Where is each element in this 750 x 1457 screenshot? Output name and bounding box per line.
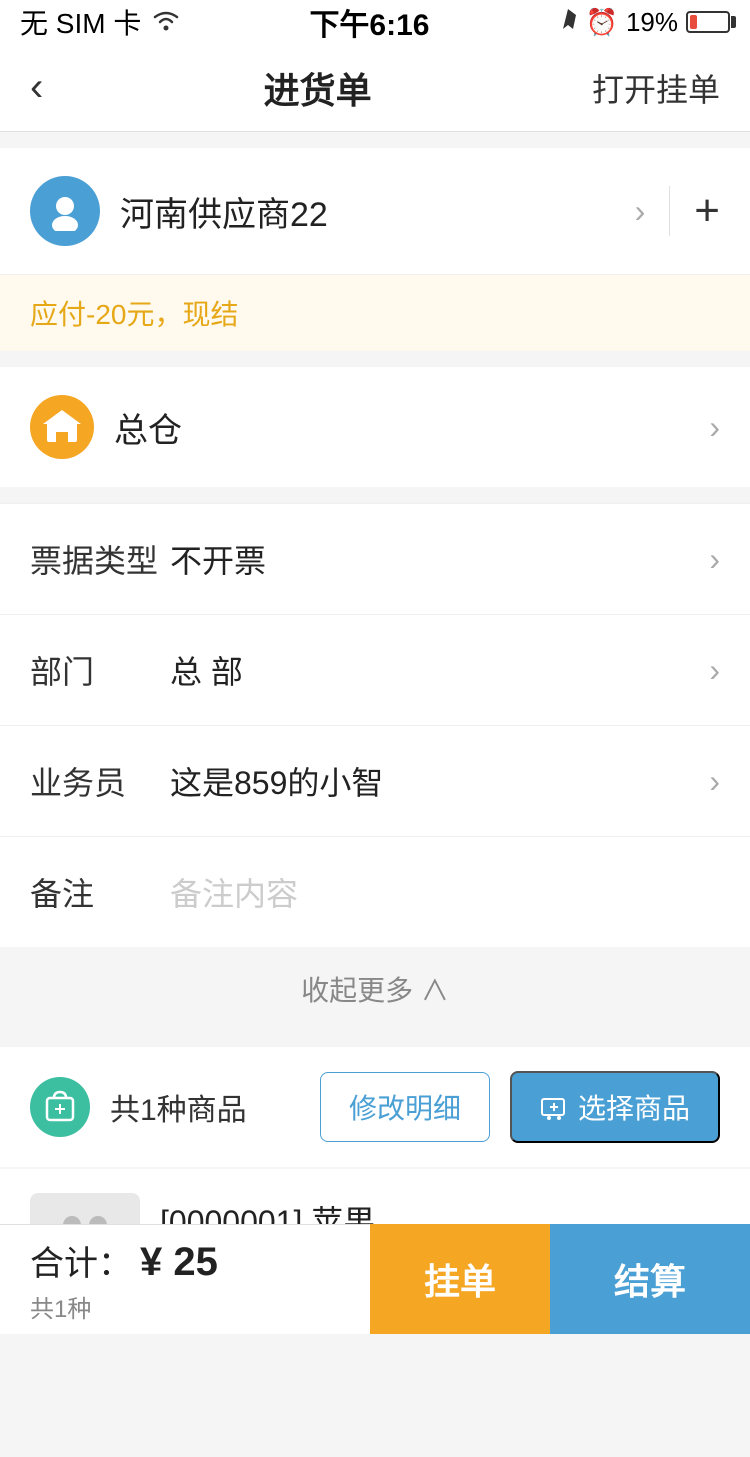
page-title: 进货单 bbox=[264, 62, 372, 114]
status-left: 无 SIM 卡 bbox=[20, 2, 181, 42]
warehouse-icon bbox=[30, 395, 94, 459]
hang-button[interactable]: 挂单 bbox=[370, 1224, 550, 1334]
nav-bar: ‹ 进货单 打开挂单 bbox=[0, 44, 750, 132]
department-row[interactable]: 部门 总 部 › bbox=[0, 614, 750, 725]
battery-percent: 19% bbox=[626, 7, 678, 38]
carrier-label: 无 SIM 卡 bbox=[20, 2, 141, 42]
cart-icon bbox=[540, 1093, 568, 1121]
settle-button[interactable]: 结算 bbox=[550, 1224, 750, 1334]
collapse-button[interactable]: 收起更多 ∧ bbox=[0, 947, 750, 1031]
add-supplier-button[interactable]: + bbox=[694, 186, 720, 236]
supplier-notice: 应付-20元，现结 bbox=[0, 275, 750, 351]
salesperson-label: 业务员 bbox=[30, 758, 160, 804]
battery-icon bbox=[686, 11, 730, 33]
invoice-type-row[interactable]: 票据类型 不开票 › bbox=[0, 503, 750, 614]
warehouse-chevron-icon: › bbox=[709, 409, 720, 446]
warehouse-row[interactable]: 总仓 › bbox=[0, 367, 750, 487]
supplier-name: 河南供应商22 bbox=[120, 187, 625, 236]
department-chevron-icon: › bbox=[709, 652, 720, 689]
invoice-type-chevron-icon: › bbox=[709, 541, 720, 578]
remark-row[interactable]: 备注 备注内容 bbox=[0, 836, 750, 947]
edit-detail-button[interactable]: 修改明细 bbox=[320, 1072, 490, 1142]
warehouse-section: 总仓 › bbox=[0, 367, 750, 487]
invoice-type-label: 票据类型 bbox=[30, 536, 160, 582]
supplier-avatar bbox=[30, 176, 100, 246]
bottom-total: 合计： ¥ 25 共1种 bbox=[0, 1224, 370, 1334]
products-header: 共1种商品 修改明细 选择商品 bbox=[0, 1047, 750, 1167]
divider bbox=[669, 186, 670, 236]
status-time: 下午6:16 bbox=[309, 0, 429, 44]
invoice-type-value: 不开票 bbox=[160, 536, 699, 582]
department-label: 部门 bbox=[30, 647, 160, 693]
products-count: 共1种商品 bbox=[110, 1085, 300, 1129]
salesperson-chevron-icon: › bbox=[709, 763, 720, 800]
status-right: ⏰ 19% bbox=[558, 7, 730, 38]
supplier-chevron-icon: › bbox=[635, 193, 646, 230]
select-product-label: 选择商品 bbox=[578, 1087, 690, 1127]
products-icon bbox=[30, 1077, 90, 1137]
warehouse-name: 总仓 bbox=[114, 403, 699, 452]
open-pending-button[interactable]: 打开挂单 bbox=[592, 65, 720, 111]
total-sub: 共1种 bbox=[30, 1289, 340, 1324]
salesperson-value: 这是859的小智 bbox=[160, 758, 699, 804]
salesperson-row[interactable]: 业务员 这是859的小智 › bbox=[0, 725, 750, 836]
back-button[interactable]: ‹ bbox=[30, 65, 43, 110]
wifi-icon bbox=[151, 6, 181, 38]
select-product-button[interactable]: 选择商品 bbox=[510, 1071, 720, 1143]
status-bar: 无 SIM 卡 下午6:16 ⏰ 19% bbox=[0, 0, 750, 44]
alarm-icon: ⏰ bbox=[586, 7, 618, 38]
total-amount: ¥ 25 bbox=[140, 1240, 218, 1285]
remark-label: 备注 bbox=[30, 869, 160, 915]
remark-placeholder: 备注内容 bbox=[160, 869, 720, 915]
form-section: 票据类型 不开票 › 部门 总 部 › 业务员 这是859的小智 › 备注 备注… bbox=[0, 503, 750, 947]
total-label: 合计： bbox=[30, 1236, 132, 1285]
bottom-bar: 合计： ¥ 25 共1种 挂单 结算 bbox=[0, 1224, 750, 1334]
department-value: 总 部 bbox=[160, 647, 699, 693]
location-icon bbox=[558, 7, 578, 38]
supplier-section: 河南供应商22 › + 应付-20元，现结 bbox=[0, 148, 750, 351]
supplier-row[interactable]: 河南供应商22 › + bbox=[0, 148, 750, 275]
